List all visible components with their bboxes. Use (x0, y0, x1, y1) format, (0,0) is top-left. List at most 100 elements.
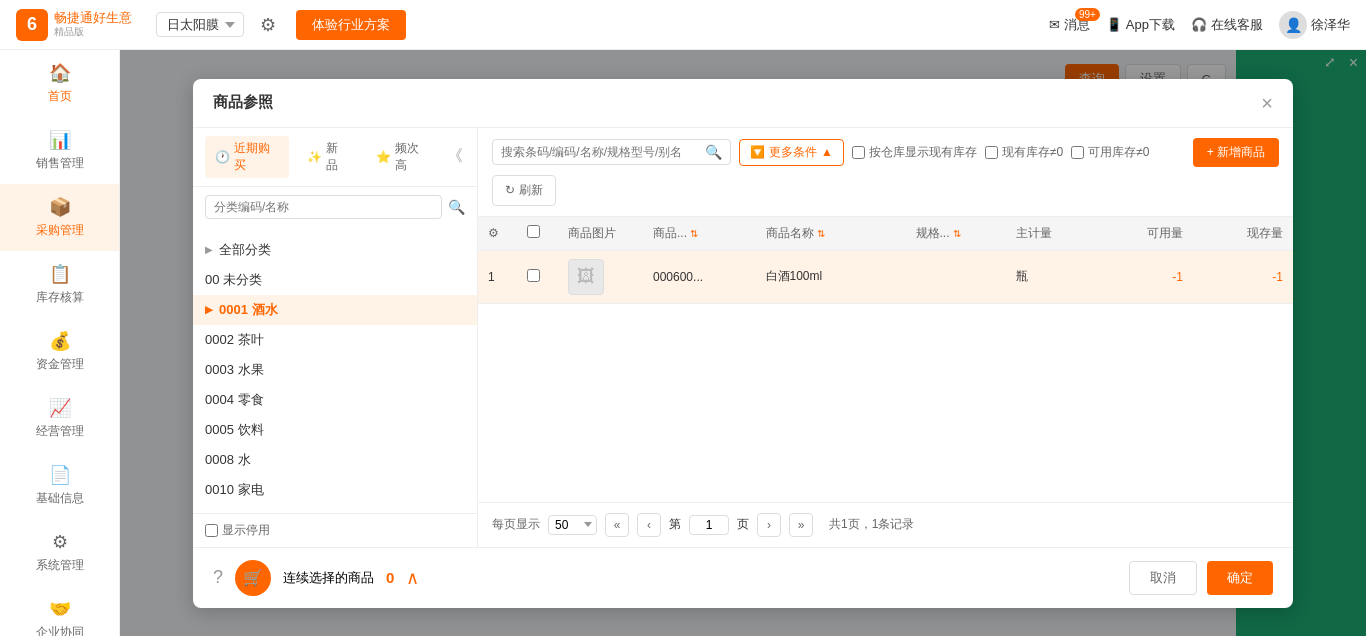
footer-collapse-icon[interactable]: ∧ (406, 567, 419, 589)
col-spec-label: 规格... (916, 226, 950, 240)
tab-frequent-label: 频次高 (395, 140, 428, 174)
page-size-select[interactable]: 50 10 20 100 (548, 515, 597, 535)
logo-text: 畅捷通好生意 (54, 10, 132, 26)
category-water-label: 0008 水 (205, 451, 251, 469)
category-search-input[interactable] (205, 195, 442, 219)
category-water[interactable]: 0008 水 (193, 445, 477, 475)
refresh-table-button[interactable]: ↻ 刷新 (492, 175, 556, 206)
category-beverage[interactable]: 0005 饮料 (193, 415, 477, 445)
home-icon: 🏠 (49, 62, 71, 84)
gear-icon[interactable]: ⚙ (252, 9, 284, 41)
warehouse-stock-check[interactable] (852, 146, 865, 159)
category-uncategorized-label: 00 未分类 (205, 271, 262, 289)
pagination: 每页显示 50 10 20 100 « ‹ 第 页 (478, 502, 1293, 547)
next-page-button[interactable]: › (757, 513, 781, 537)
table-row[interactable]: 1 🖼 000600... 白酒100ml (478, 250, 1293, 303)
logo-sub: 精品版 (54, 25, 132, 39)
show-disabled-checkbox[interactable] (205, 524, 218, 537)
sidebar-label-finance: 资金管理 (36, 356, 84, 373)
selected-text: 连续选择的商品 (283, 569, 374, 587)
inventory-icon: 📋 (49, 263, 71, 285)
sort-code-icon: ⇅ (690, 228, 698, 239)
available-stock-check[interactable] (1071, 146, 1084, 159)
service-item[interactable]: 🎧 在线客服 (1191, 16, 1263, 34)
modal-header: 商品参照 × (193, 79, 1293, 128)
col-settings[interactable]: ⚙ (478, 217, 517, 251)
col-name-header[interactable]: 商品名称 ⇅ (756, 217, 906, 251)
row-stock: -1 (1193, 250, 1293, 303)
sidebar-item-purchase[interactable]: 📦 采购管理 (0, 184, 119, 251)
sidebar-item-inventory[interactable]: 📋 库存核算 (0, 251, 119, 318)
app-label: App下载 (1126, 16, 1175, 34)
first-page-button[interactable]: « (605, 513, 629, 537)
modal-title: 商品参照 (213, 93, 273, 112)
current-page-input[interactable] (689, 515, 729, 535)
category-liquor[interactable]: ▶ 0001 酒水 (193, 295, 477, 325)
modal-overlay: 商品参照 × 🕐 近期购买 ✨ 新 (120, 50, 1366, 636)
user-item[interactable]: 👤 徐泽华 (1279, 11, 1350, 39)
add-product-button[interactable]: + 新增商品 (1193, 138, 1279, 167)
category-liquor-label: 0001 酒水 (219, 301, 278, 319)
tab-frequent[interactable]: ⭐ 频次高 (366, 136, 438, 178)
row-num: 1 (478, 250, 517, 303)
row-check[interactable] (517, 250, 558, 303)
sidebar-item-finance[interactable]: 💰 资金管理 (0, 318, 119, 385)
show-disabled-label[interactable]: 显示停用 (205, 522, 270, 539)
cancel-button[interactable]: 取消 (1129, 561, 1197, 595)
layout: 🏠 首页 📊 销售管理 📦 采购管理 📋 库存核算 💰 资金管理 📈 经营管理 … (0, 50, 1366, 636)
message-item[interactable]: ✉ 消息 99 (1049, 16, 1090, 34)
filter-button[interactable]: 🔽 更多条件 ▲ (739, 139, 844, 166)
sidebar-item-sales[interactable]: 📊 销售管理 (0, 117, 119, 184)
category-snack[interactable]: 0004 零食 (193, 385, 477, 415)
cart-button[interactable]: 🛒 (235, 560, 271, 596)
tab-recent-buy[interactable]: 🕐 近期购买 (205, 136, 289, 178)
available-stock-label: 可用库存≠0 (1088, 144, 1149, 161)
product-search-input[interactable] (501, 145, 701, 159)
sidebar-item-basic[interactable]: 📄 基础信息 (0, 452, 119, 519)
experience-button[interactable]: 体验行业方案 (296, 10, 406, 40)
existing-stock-check[interactable] (985, 146, 998, 159)
sidebar-item-home[interactable]: 🏠 首页 (0, 50, 119, 117)
collapse-panel-icon[interactable]: 《 (446, 136, 465, 178)
app-download-item[interactable]: 📱 App下载 (1106, 16, 1175, 34)
confirm-button[interactable]: 确定 (1207, 561, 1273, 595)
sidebar-item-enterprise[interactable]: 🤝 企业协同 (0, 586, 119, 636)
tab-new-product[interactable]: ✨ 新品 (297, 136, 358, 178)
sidebar-item-operation[interactable]: 📈 经营管理 (0, 385, 119, 452)
col-spec-header[interactable]: 规格... ⇅ (906, 217, 1006, 251)
headset-icon: 🎧 (1191, 17, 1207, 32)
sidebar-label-system: 系统管理 (36, 557, 84, 574)
selected-count: 0 (386, 569, 394, 586)
category-all[interactable]: ▶ 全部分类 (193, 235, 477, 265)
row-img: 🖼 (558, 250, 643, 303)
row-avail: -1 (1093, 250, 1193, 303)
help-icon[interactable]: ? (213, 567, 223, 588)
modal-close-icon[interactable]: × (1261, 93, 1273, 113)
prev-page-button[interactable]: ‹ (637, 513, 661, 537)
warehouse-stock-checkbox[interactable]: 按仓库显示现有库存 (852, 144, 977, 161)
search-category-icon[interactable]: 🔍 (448, 199, 465, 215)
sort-name-icon: ⇅ (817, 228, 825, 239)
col-code-header[interactable]: 商品... ⇅ (643, 217, 756, 251)
select-all-checkbox[interactable] (527, 225, 540, 238)
category-uncategorized[interactable]: 00 未分类 (193, 265, 477, 295)
existing-stock-checkbox[interactable]: 现有库存≠0 (985, 144, 1063, 161)
cart-icon: 🛒 (243, 568, 263, 587)
last-page-button[interactable]: » (789, 513, 813, 537)
product-search-box: 🔍 (492, 139, 731, 165)
search-product-icon[interactable]: 🔍 (705, 144, 722, 160)
category-appliance[interactable]: 0010 家电 (193, 475, 477, 505)
arrow-liquor: ▶ (205, 304, 213, 315)
refresh-icon: ↻ (505, 183, 515, 197)
refresh-label: 刷新 (519, 182, 543, 199)
category-appliance-label: 0010 家电 (205, 481, 264, 499)
sort-spec-icon: ⇅ (953, 228, 961, 239)
available-stock-checkbox[interactable]: 可用库存≠0 (1071, 144, 1149, 161)
row-checkbox[interactable] (527, 269, 540, 282)
category-tea[interactable]: 0002 茶叶 (193, 325, 477, 355)
sidebar-item-system[interactable]: ⚙ 系统管理 (0, 519, 119, 586)
sidebar-label-purchase: 采购管理 (36, 222, 84, 239)
store-select[interactable]: 日太阳膜 (156, 12, 244, 37)
category-fruit[interactable]: 0003 水果 (193, 355, 477, 385)
finance-icon: 💰 (49, 330, 71, 352)
